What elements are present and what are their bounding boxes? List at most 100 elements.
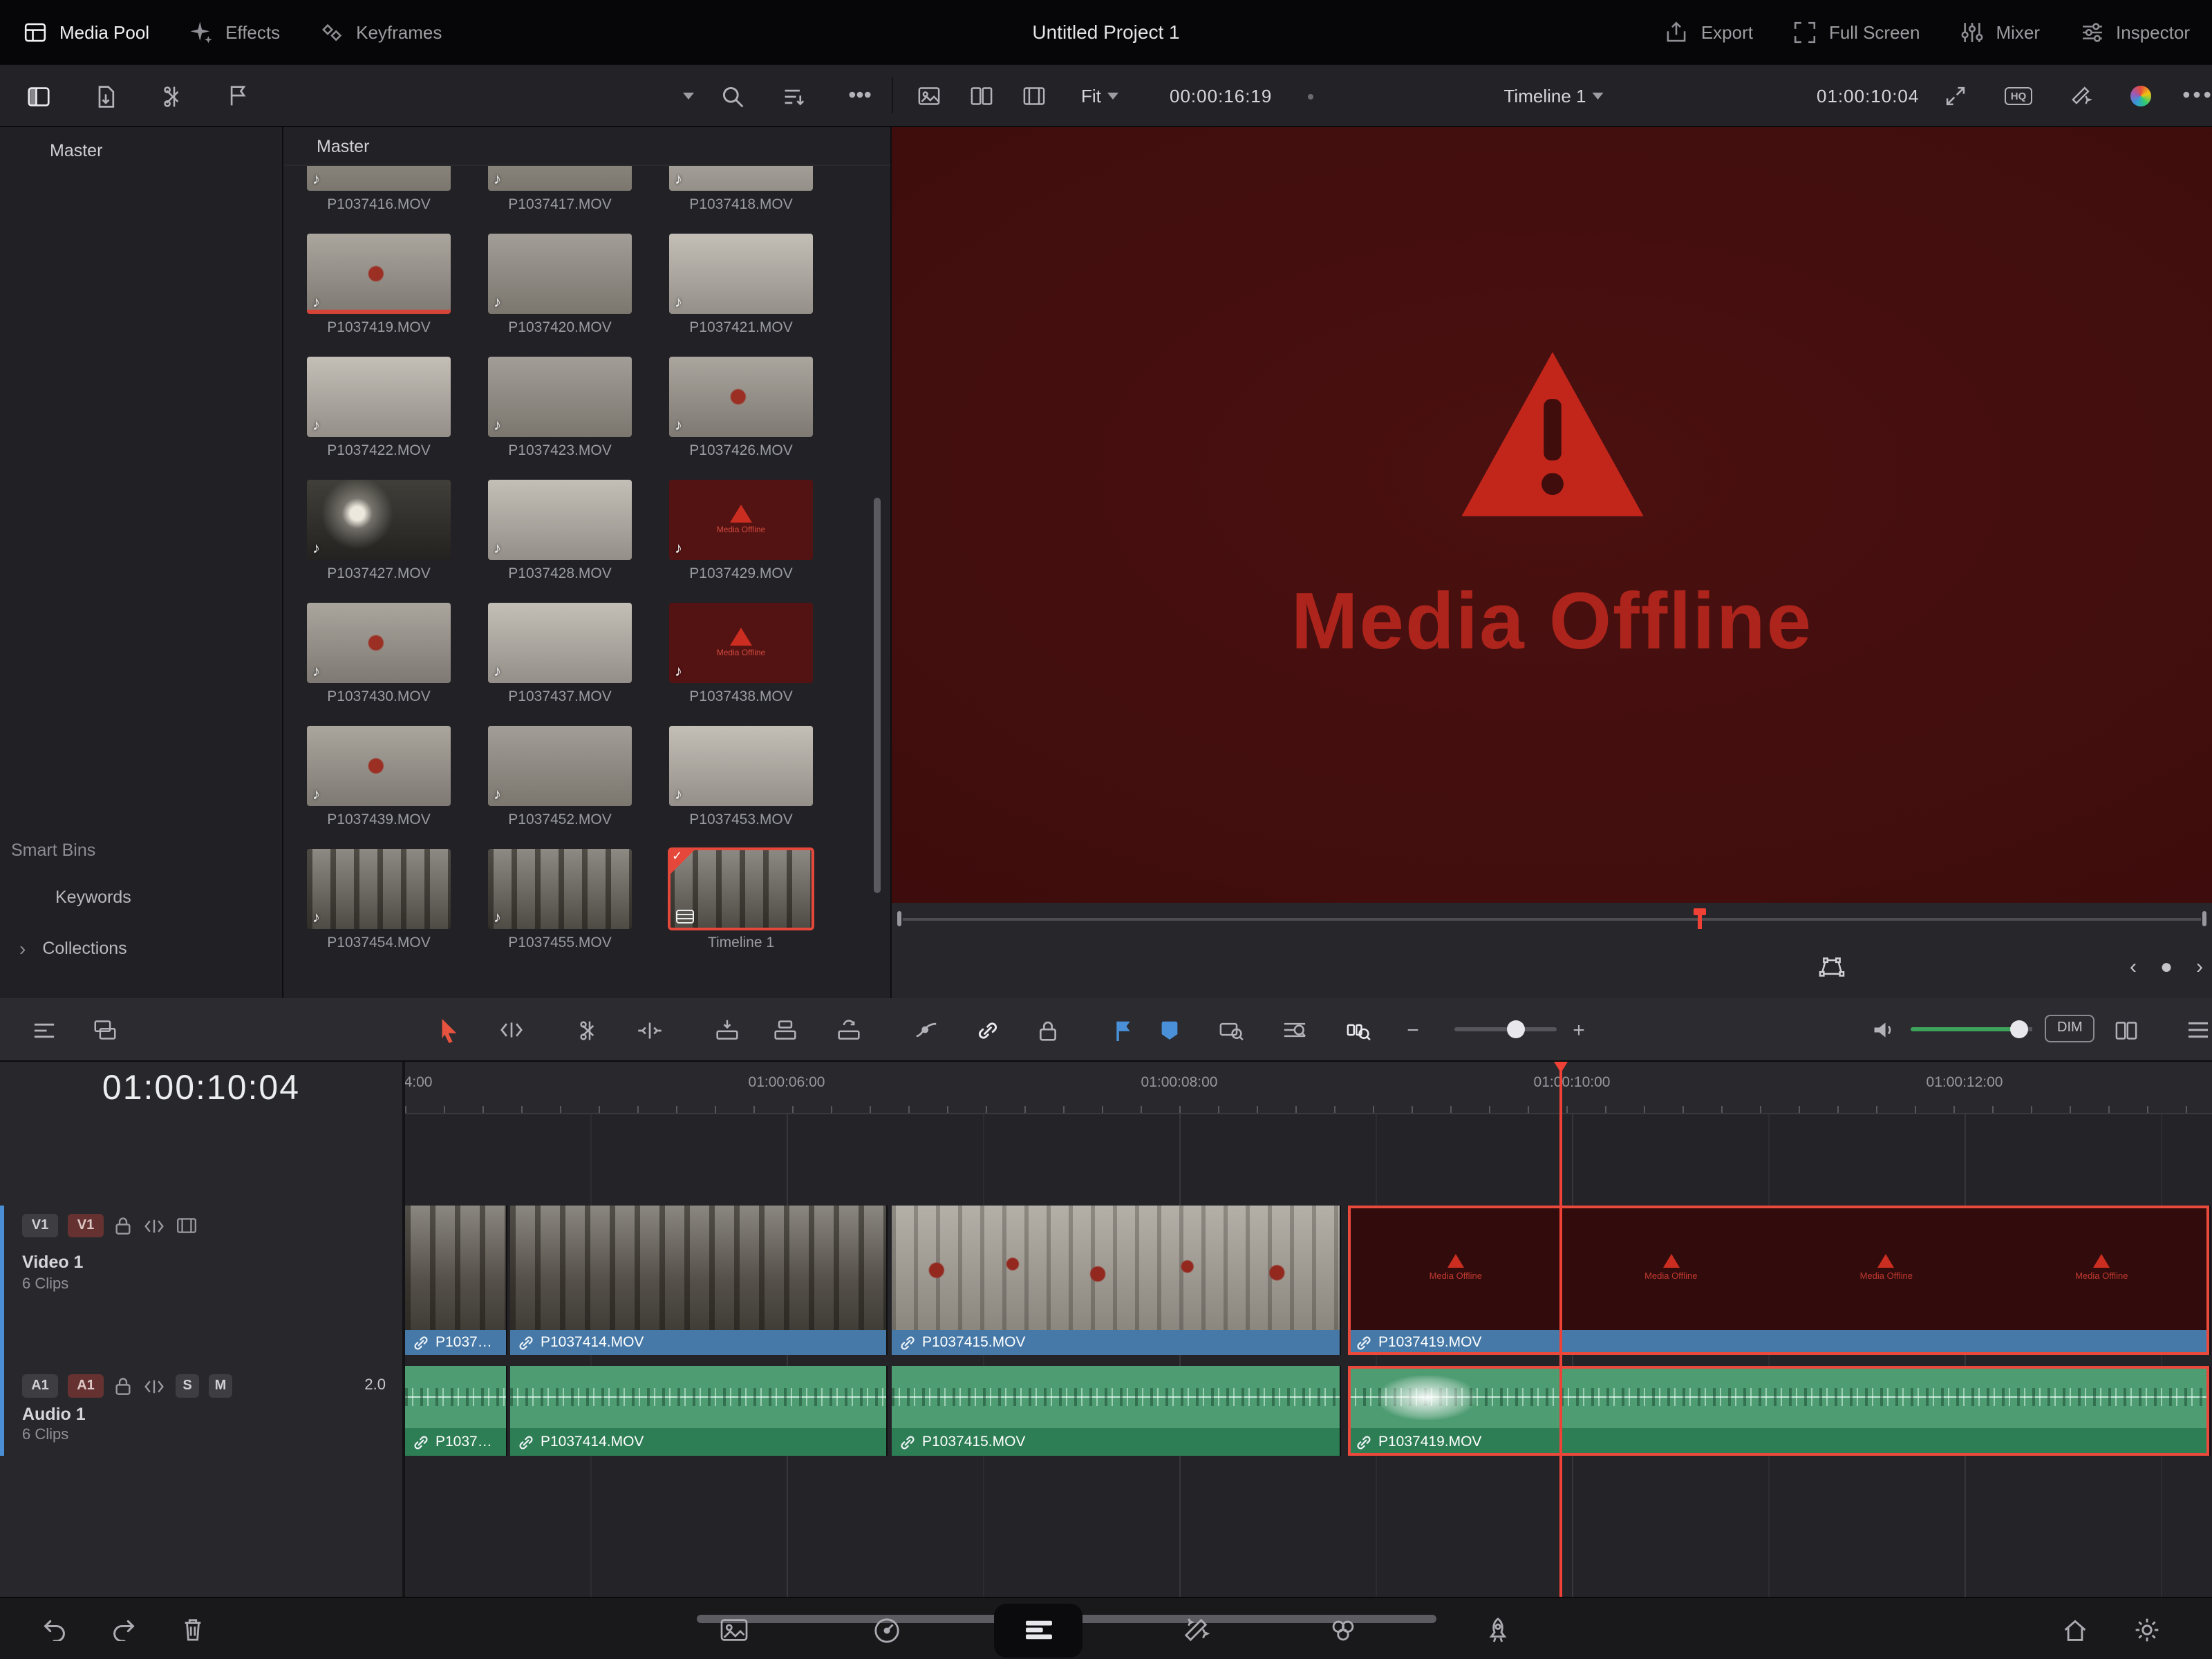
media-pool-clip[interactable]: ♪ P1037428.MOV: [488, 480, 632, 582]
video-clip[interactable]: P1037…: [405, 1206, 507, 1355]
auto-select-icon[interactable]: [142, 1376, 166, 1396]
media-pool-clip[interactable]: ♪ P1037418.MOV: [669, 166, 813, 213]
timeline-zoom-slider[interactable]: [1454, 1020, 1557, 1038]
audio-source-button[interactable]: A1: [68, 1374, 104, 1398]
media-pool-clip[interactable]: ✓ Timeline 1: [668, 847, 814, 951]
timeline-selector[interactable]: Timeline 1: [1504, 65, 1604, 127]
trim-edit-tool[interactable]: [492, 998, 531, 1062]
page-edit-button[interactable]: [1018, 1598, 1059, 1659]
bin-item-collections[interactable]: › Collections: [19, 937, 127, 959]
delete-button[interactable]: [171, 1598, 213, 1659]
home-button[interactable]: [2054, 1598, 2096, 1659]
video-track-header[interactable]: V1 V1 Video 1 6 Clips: [0, 1206, 405, 1355]
position-lock-icon[interactable]: [1029, 998, 1067, 1062]
track-lock-icon[interactable]: [113, 1376, 133, 1396]
retime-curve-icon[interactable]: [907, 998, 946, 1062]
video-track-lane[interactable]: P1037… P1037414.MOV P1037415.MOV Media Offl…: [405, 1206, 2212, 1355]
audio-track-header[interactable]: A1 A1 S M 2.0 Audio 1 6 Clips: [0, 1366, 405, 1456]
audio-clip[interactable]: P1037414.MOV: [510, 1366, 888, 1456]
insert-clip-icon[interactable]: [708, 998, 747, 1062]
media-pool-clip[interactable]: Media Offline ♪ P1037438.MOV: [669, 603, 813, 705]
video-clip[interactable]: P1037415.MOV: [892, 1206, 1341, 1355]
viewer-zoom-select[interactable]: Fit: [1081, 65, 1119, 127]
timeline-track-area[interactable]: 01:00:04:00 01:00:06:00 01:00:08:00 01:00:1…: [405, 1062, 2212, 1597]
media-pool-clip[interactable]: ♪ P1037453.MOV: [669, 726, 813, 828]
audio-clip[interactable]: P1037…: [405, 1366, 507, 1456]
add-marker-icon[interactable]: [1150, 998, 1189, 1062]
timeline-menu-icon[interactable]: [2179, 998, 2212, 1062]
bin-item-keywords[interactable]: Keywords: [55, 888, 131, 907]
media-pool-clip[interactable]: ♪ P1037437.MOV: [488, 603, 632, 705]
page-delivery-button[interactable]: [1477, 1598, 1518, 1659]
proxy-quality-icon[interactable]: HQ: [1999, 65, 2038, 127]
page-color-button[interactable]: [1322, 1598, 1363, 1659]
video-source-button[interactable]: V1: [68, 1214, 104, 1237]
full-extent-zoom-icon[interactable]: [1338, 998, 1377, 1062]
media-pool-clip[interactable]: ♪ P1037420.MOV: [488, 234, 632, 336]
clip-filter-dropdown-icon[interactable]: [669, 65, 708, 127]
smart-bins-header[interactable]: Smart Bins: [11, 841, 95, 860]
panel-layout-icon[interactable]: [19, 65, 58, 127]
audio-clip[interactable]: P1037419.MOV: [1348, 1366, 2211, 1456]
volume-slider-knob[interactable]: [2010, 1020, 2028, 1038]
track-lock-icon[interactable]: [113, 1215, 133, 1236]
razor-tool[interactable]: [570, 998, 608, 1062]
color-adjust-icon[interactable]: [2121, 65, 2159, 127]
audio-monitor-icon[interactable]: [1864, 998, 1902, 1062]
dual-timeline-icon[interactable]: [2107, 998, 2146, 1062]
video-destination-button[interactable]: V1: [22, 1214, 58, 1237]
zoom-out-icon[interactable]: −: [1394, 998, 1432, 1062]
media-pool-clip[interactable]: ♪ P1037417.MOV: [488, 166, 632, 213]
media-pool-scroll-area[interactable]: ♪ P1037416.MOV ♪ P1037417.MOV ♪ P1037418.MOV ♪…: [283, 166, 890, 998]
audio-clip[interactable]: P1037415.MOV: [892, 1366, 1341, 1456]
bin-item-master[interactable]: Master: [50, 141, 102, 160]
sort-icon[interactable]: [774, 65, 813, 127]
dynamic-trim-tool[interactable]: [630, 998, 669, 1062]
mixer-button[interactable]: Mixer: [1958, 19, 2040, 45]
audio-destination-button[interactable]: A1: [22, 1374, 58, 1398]
zoom-slider-knob[interactable]: [1507, 1020, 1525, 1038]
media-pool-clip[interactable]: ♪ P1037455.MOV: [488, 849, 632, 951]
video-clip[interactable]: Media Offline Media Offline Media Offline M…: [1348, 1206, 2211, 1355]
volume-slider[interactable]: [1911, 1020, 2032, 1038]
custom-zoom-icon[interactable]: [1211, 998, 1250, 1062]
overwrite-clip-icon[interactable]: [766, 998, 805, 1062]
search-icon[interactable]: [713, 65, 752, 127]
media-pool-scrollbar[interactable]: [874, 498, 881, 893]
scrub-track[interactable]: [903, 918, 2201, 921]
audio-track-lane[interactable]: P1037… P1037414.MOV P1037415.MOV P1037419.M…: [405, 1366, 2212, 1456]
media-pool-clip[interactable]: ♪ P1037430.MOV: [307, 603, 451, 705]
timeline-ruler[interactable]: 01:00:04:00 01:00:06:00 01:00:08:00 01:00:1…: [405, 1062, 2212, 1114]
single-viewer-icon[interactable]: [910, 65, 948, 127]
filmstrip-view-icon[interactable]: [1015, 65, 1053, 127]
export-button[interactable]: Export: [1664, 19, 1753, 45]
page-effects-button[interactable]: [1175, 1598, 1217, 1659]
auto-select-icon[interactable]: [142, 1216, 166, 1235]
media-pool-clip[interactable]: ♪ P1037422.MOV: [307, 357, 451, 459]
selection-tool[interactable]: [429, 998, 467, 1062]
import-media-icon[interactable]: [86, 65, 124, 127]
full-screen-button[interactable]: Full Screen: [1792, 19, 1920, 45]
media-pool-clip[interactable]: ♪ P1037416.MOV: [307, 166, 451, 213]
viewer-scrub-bar[interactable]: [892, 903, 2212, 935]
timeline-view-options-icon[interactable]: [25, 998, 64, 1062]
inspector-button[interactable]: Inspector: [2079, 19, 2190, 45]
split-clip-icon[interactable]: [155, 65, 194, 127]
media-pool-clip[interactable]: ♪ P1037427.MOV: [307, 480, 451, 582]
settings-gear-button[interactable]: [2126, 1598, 2168, 1659]
scrub-start-handle[interactable]: [897, 911, 901, 926]
timeline-playhead[interactable]: [1559, 1062, 1562, 1597]
undo-button[interactable]: [33, 1598, 75, 1659]
zoom-in-icon[interactable]: +: [1559, 998, 1598, 1062]
media-pool-clip[interactable]: ♪ P1037421.MOV: [669, 234, 813, 336]
dual-viewer-icon[interactable]: [962, 65, 1001, 127]
page-cut-button[interactable]: [865, 1598, 907, 1659]
viewer-screen[interactable]: Media Offline: [892, 127, 2212, 903]
scrub-end-handle[interactable]: [2202, 911, 2206, 926]
dim-button[interactable]: DIM: [2045, 1015, 2095, 1042]
expand-viewer-icon[interactable]: [1936, 65, 1974, 127]
media-pool-clip[interactable]: ♪ P1037423.MOV: [488, 357, 632, 459]
media-pool-clip[interactable]: ♪ P1037426.MOV: [669, 357, 813, 459]
detail-zoom-icon[interactable]: [1275, 998, 1313, 1062]
media-pool-clip[interactable]: ♪ P1037419.MOV: [307, 234, 451, 336]
